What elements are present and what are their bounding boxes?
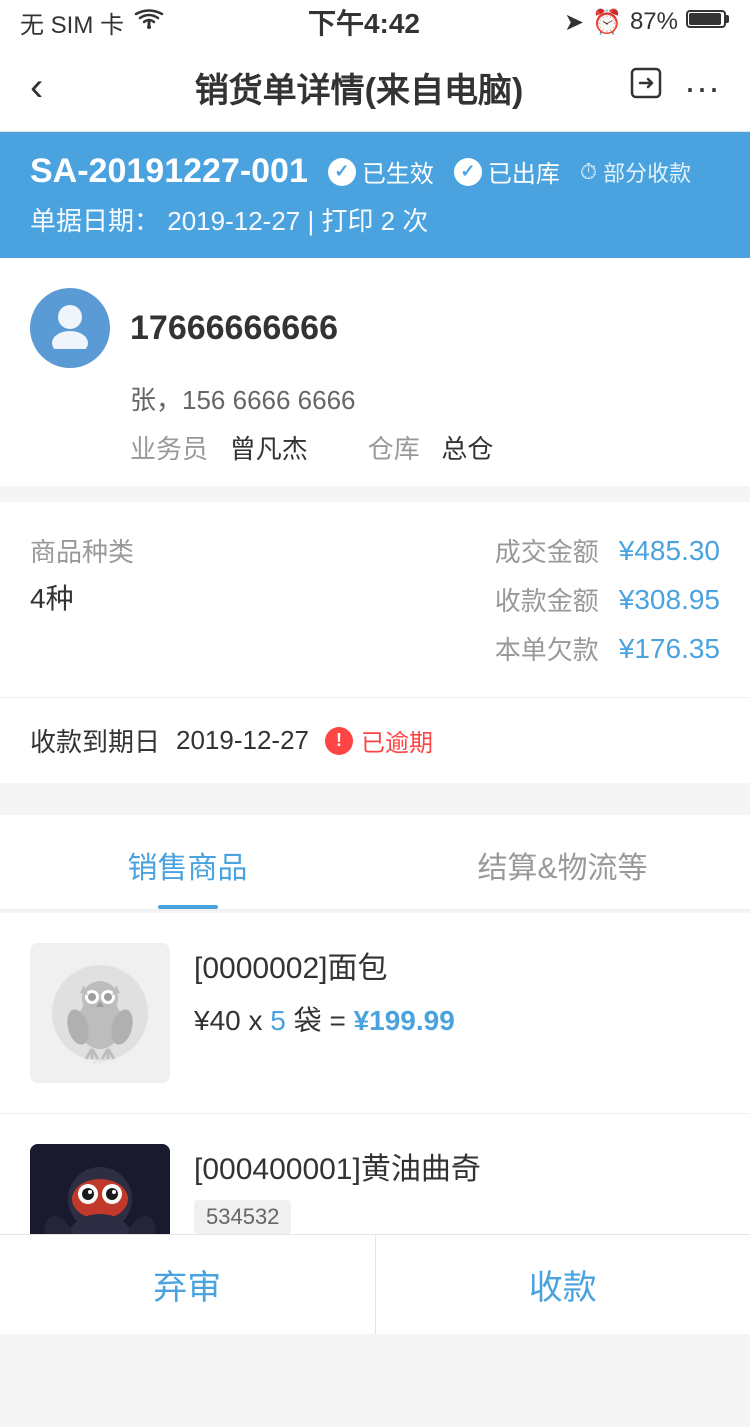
customer-avatar: [30, 288, 110, 368]
warehouse-value: 总仓: [441, 434, 493, 464]
overdue-badge: ! 已逾期: [325, 723, 433, 758]
location-icon: ➤: [564, 8, 584, 37]
product-info-1: [0000002]面包 ¥40 x 5 袋 = ¥199.99: [194, 943, 720, 1039]
alarm-icon: ⏰: [592, 8, 622, 37]
order-date: 单据日期： 2019-12-27 | 打印 2 次: [30, 201, 720, 238]
product-name-2: [000400001]黄油曲奇: [194, 1144, 720, 1188]
sim-status: 无 SIM 卡: [20, 5, 124, 40]
status-left: 无 SIM 卡: [20, 5, 164, 40]
receipt-amount-row: 收款金额 ¥308.95: [495, 581, 720, 618]
order-header: SA-20191227-001 ✓ 已生效 ✓ 已出库 ⏱ 部分收款 单据日期：…: [0, 132, 750, 258]
divider-2: [0, 783, 750, 799]
customer-name-phone: 张，156 6666 6666: [30, 380, 720, 417]
svg-text:暂+: 暂+: [92, 1062, 108, 1063]
due-date-value: 2019-12-27: [176, 725, 309, 756]
customer-meta: 业务员 曾凡杰 仓库 总仓: [30, 429, 720, 466]
status-badge-2: ✓ 已出库: [454, 154, 560, 189]
avatar-icon: [44, 297, 96, 359]
battery-level: 87%: [630, 8, 678, 36]
order-id: SA-20191227-001: [30, 152, 308, 191]
customer-id: 17666666666: [130, 309, 338, 348]
bottom-bar: 弃审 收款: [0, 1234, 750, 1334]
status-badge-3: ⏱ 部分收款: [580, 156, 691, 188]
due-label: 收款到期日: [30, 722, 160, 759]
clock-icon: ⏱: [580, 159, 597, 185]
due-date-section: 收款到期日 2019-12-27 ! 已逾期: [0, 697, 750, 783]
wifi-icon: [134, 8, 164, 37]
product-item: 暂+ [0000002]面包 ¥40 x 5 袋 = ¥199.99: [0, 913, 750, 1114]
deal-amount-row: 成交金额 ¥485.30: [495, 532, 720, 569]
tab-sales-products[interactable]: 销售商品: [0, 815, 375, 909]
customer-section: 17666666666 张，156 6666 6666 业务员 曾凡杰 仓库 总…: [0, 258, 750, 486]
battery-icon: [686, 8, 730, 37]
page-title: 销货单详情(来自电脑): [195, 63, 524, 112]
overdue-text: 已逾期: [361, 723, 433, 758]
overdue-icon: !: [325, 727, 353, 755]
reject-button[interactable]: 弃审: [0, 1235, 376, 1334]
collect-button[interactable]: 收款: [376, 1235, 750, 1334]
product-sku: 534532: [194, 1200, 291, 1234]
status-bar: 无 SIM 卡 下午4:42 ➤ ⏰ 87%: [0, 0, 750, 44]
tab-settlement[interactable]: 结算&物流等: [375, 815, 750, 909]
back-button[interactable]: ‹: [30, 65, 90, 110]
status-right: ➤ ⏰ 87%: [564, 8, 730, 37]
share-icon[interactable]: [628, 65, 664, 110]
divider-1: [0, 486, 750, 502]
deal-amount: ¥485.30: [619, 535, 720, 567]
product-name-1: [0000002]面包: [194, 943, 720, 987]
type-label: 商品种类: [30, 532, 134, 569]
salesman-value: 曾凡杰: [230, 434, 308, 464]
product-price-1: ¥40 x 5 袋 = ¥199.99: [194, 999, 720, 1039]
status-badge-1: ✓ 已生效: [328, 154, 434, 189]
nav-bar: ‹ 销货单详情(来自电脑) ···: [0, 44, 750, 132]
more-icon[interactable]: ···: [684, 67, 720, 109]
tabs-section: 销售商品 结算&物流等: [0, 815, 750, 911]
check-icon-2: ✓: [454, 158, 482, 186]
check-icon-1: ✓: [328, 158, 356, 186]
nav-actions: ···: [628, 65, 720, 110]
debt-amount-row: 本单欠款 ¥176.35: [495, 630, 720, 667]
receipt-amount: ¥308.95: [619, 584, 720, 616]
status-time: 下午4:42: [308, 2, 420, 42]
debt-amount: ¥176.35: [619, 633, 720, 665]
type-count: 4种: [30, 577, 134, 617]
stats-section: 商品种类 4种 成交金额 ¥485.30 收款金额 ¥308.95 本单欠款 ¥…: [0, 502, 750, 697]
warehouse-label: 仓库: [368, 434, 420, 464]
salesman-label: 业务员: [130, 434, 208, 464]
tabs-row: 销售商品 结算&物流等: [0, 815, 750, 911]
product-thumb-1: 暂+: [30, 943, 170, 1083]
